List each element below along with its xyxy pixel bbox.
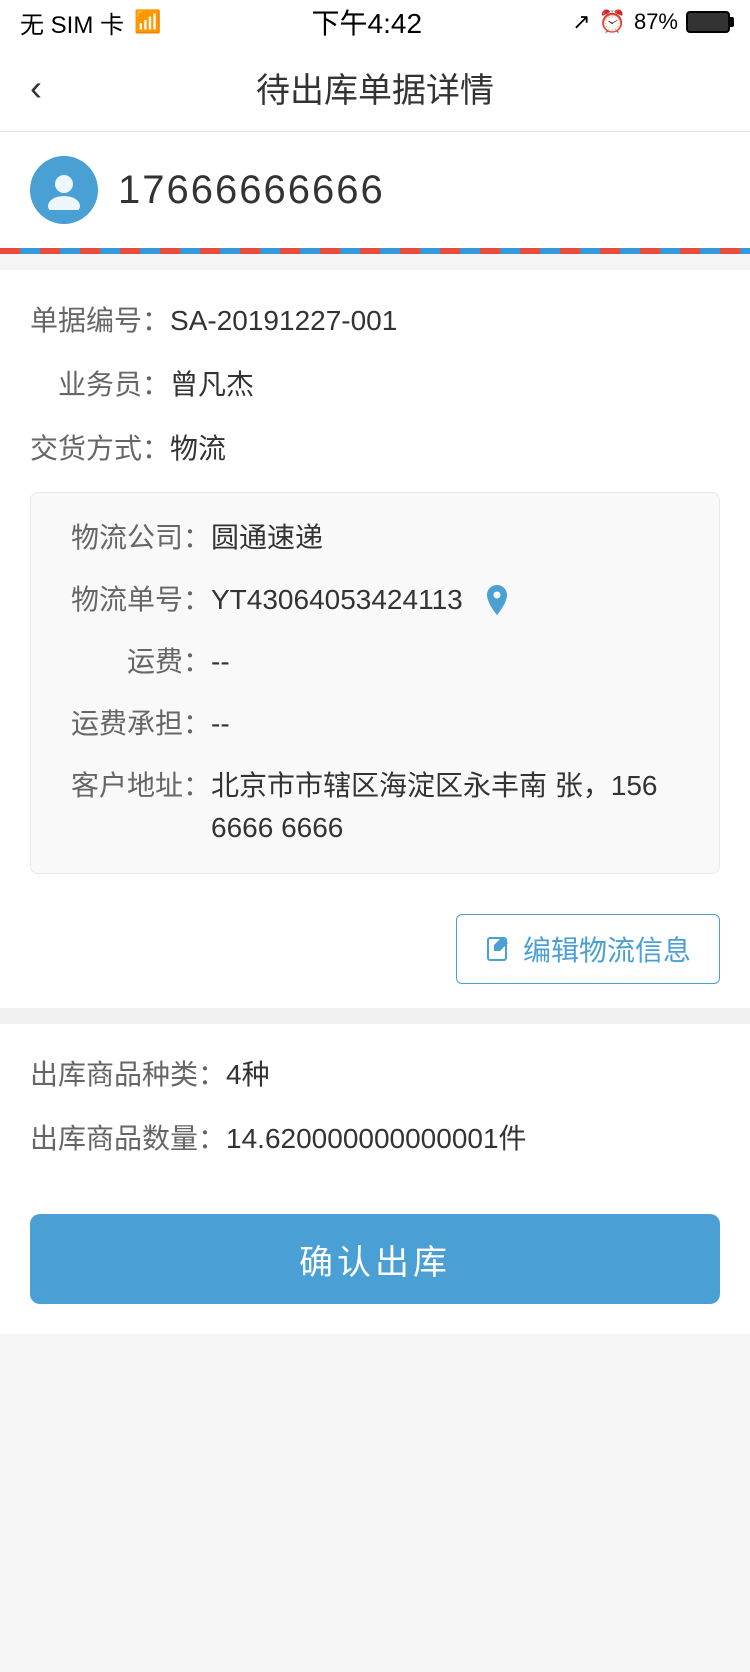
freight-bear-row: 运费承担 -- xyxy=(61,703,689,745)
freight-row: 运费 -- xyxy=(61,641,689,683)
goods-type-label: 出库商品种类 xyxy=(30,1054,226,1096)
dashed-divider xyxy=(0,248,750,254)
nav-bar: ‹ 待出库单据详情 xyxy=(0,44,750,132)
battery-percent: 87% xyxy=(634,9,678,35)
freight-bear-label: 运费承担 xyxy=(61,703,211,745)
goods-section: 出库商品种类 4种 出库商品数量 14.620000000000001件 xyxy=(0,1024,750,1202)
wifi-icon: 📶 xyxy=(134,9,161,35)
location-pin-icon[interactable] xyxy=(479,582,515,618)
sales-row: 业务员 曾凡杰 xyxy=(30,364,720,406)
goods-type-row: 出库商品种类 4种 xyxy=(30,1054,720,1096)
status-left: 无 SIM 卡 📶 xyxy=(20,5,161,40)
edit-logistics-label: 编辑物流信息 xyxy=(523,929,691,969)
status-right: ↗ ⏰ 87% xyxy=(572,9,730,35)
confirm-outbound-button[interactable]: 确认出库 xyxy=(30,1214,720,1304)
goods-type-value: 4种 xyxy=(226,1054,720,1096)
logistics-company-value: 圆通速递 xyxy=(211,517,689,559)
user-header: 17666666666 xyxy=(0,132,750,248)
sales-value: 曾凡杰 xyxy=(170,364,720,406)
tracking-value: YT43064053424113 xyxy=(211,579,689,621)
logistics-company-row: 物流公司 圆通速递 xyxy=(61,517,689,559)
edit-btn-row: 编辑物流信息 xyxy=(0,894,750,1008)
battery-icon xyxy=(686,11,730,33)
doc-no-row: 单据编号 SA-20191227-001 xyxy=(30,300,720,342)
goods-qty-row: 出库商品数量 14.620000000000001件 xyxy=(30,1118,720,1160)
goods-qty-label: 出库商品数量 xyxy=(30,1118,226,1160)
status-time: 下午4:42 xyxy=(312,2,423,42)
empty-area xyxy=(0,1312,750,1532)
edit-logistics-button[interactable]: 编辑物流信息 xyxy=(456,914,720,984)
doc-no-label: 单据编号 xyxy=(30,300,170,342)
carrier-text: 无 SIM 卡 xyxy=(20,5,124,40)
confirm-btn-area: 确认出库 xyxy=(0,1198,750,1334)
freight-label: 运费 xyxy=(61,641,211,683)
address-row: 客户地址 北京市市辖区海淀区永丰南 张，156 6666 6666 xyxy=(61,765,689,849)
tracking-row: 物流单号 YT43064053424113 xyxy=(61,579,689,621)
status-bar: 无 SIM 卡 📶 下午4:42 ↗ ⏰ 87% xyxy=(0,0,750,44)
address-label: 客户地址 xyxy=(61,765,211,807)
goods-qty-value: 14.620000000000001件 xyxy=(226,1118,720,1160)
delivery-label: 交货方式 xyxy=(30,428,170,470)
user-phone: 17666666666 xyxy=(118,168,385,213)
freight-value: -- xyxy=(211,641,689,683)
location-icon: ↗ xyxy=(572,9,590,35)
doc-no-value: SA-20191227-001 xyxy=(170,300,720,342)
logistics-card: 物流公司 圆通速递 物流单号 YT43064053424113 运费 -- xyxy=(30,492,720,874)
delivery-value: 物流 xyxy=(170,428,720,470)
address-value: 北京市市辖区海淀区永丰南 张，156 6666 6666 xyxy=(211,765,689,849)
tracking-number: YT43064053424113 xyxy=(211,579,463,621)
main-content: 17666666666 单据编号 SA-20191227-001 业务员 曾凡杰… xyxy=(0,132,750,1672)
tracking-label: 物流单号 xyxy=(61,579,211,621)
delivery-row: 交货方式 物流 xyxy=(30,428,720,470)
section-separator xyxy=(0,1008,750,1024)
sales-label: 业务员 xyxy=(30,364,170,406)
freight-bear-value: -- xyxy=(211,703,689,745)
logistics-company-label: 物流公司 xyxy=(61,517,211,559)
user-avatar xyxy=(30,156,98,224)
page-title: 待出库单据详情 xyxy=(256,63,494,112)
alarm-icon: ⏰ xyxy=(599,9,626,35)
back-button[interactable]: ‹ xyxy=(30,67,42,109)
avatar-icon xyxy=(44,170,84,210)
basic-info-section: 单据编号 SA-20191227-001 业务员 曾凡杰 交货方式 物流 物流公… xyxy=(0,270,750,894)
edit-icon xyxy=(485,935,513,963)
